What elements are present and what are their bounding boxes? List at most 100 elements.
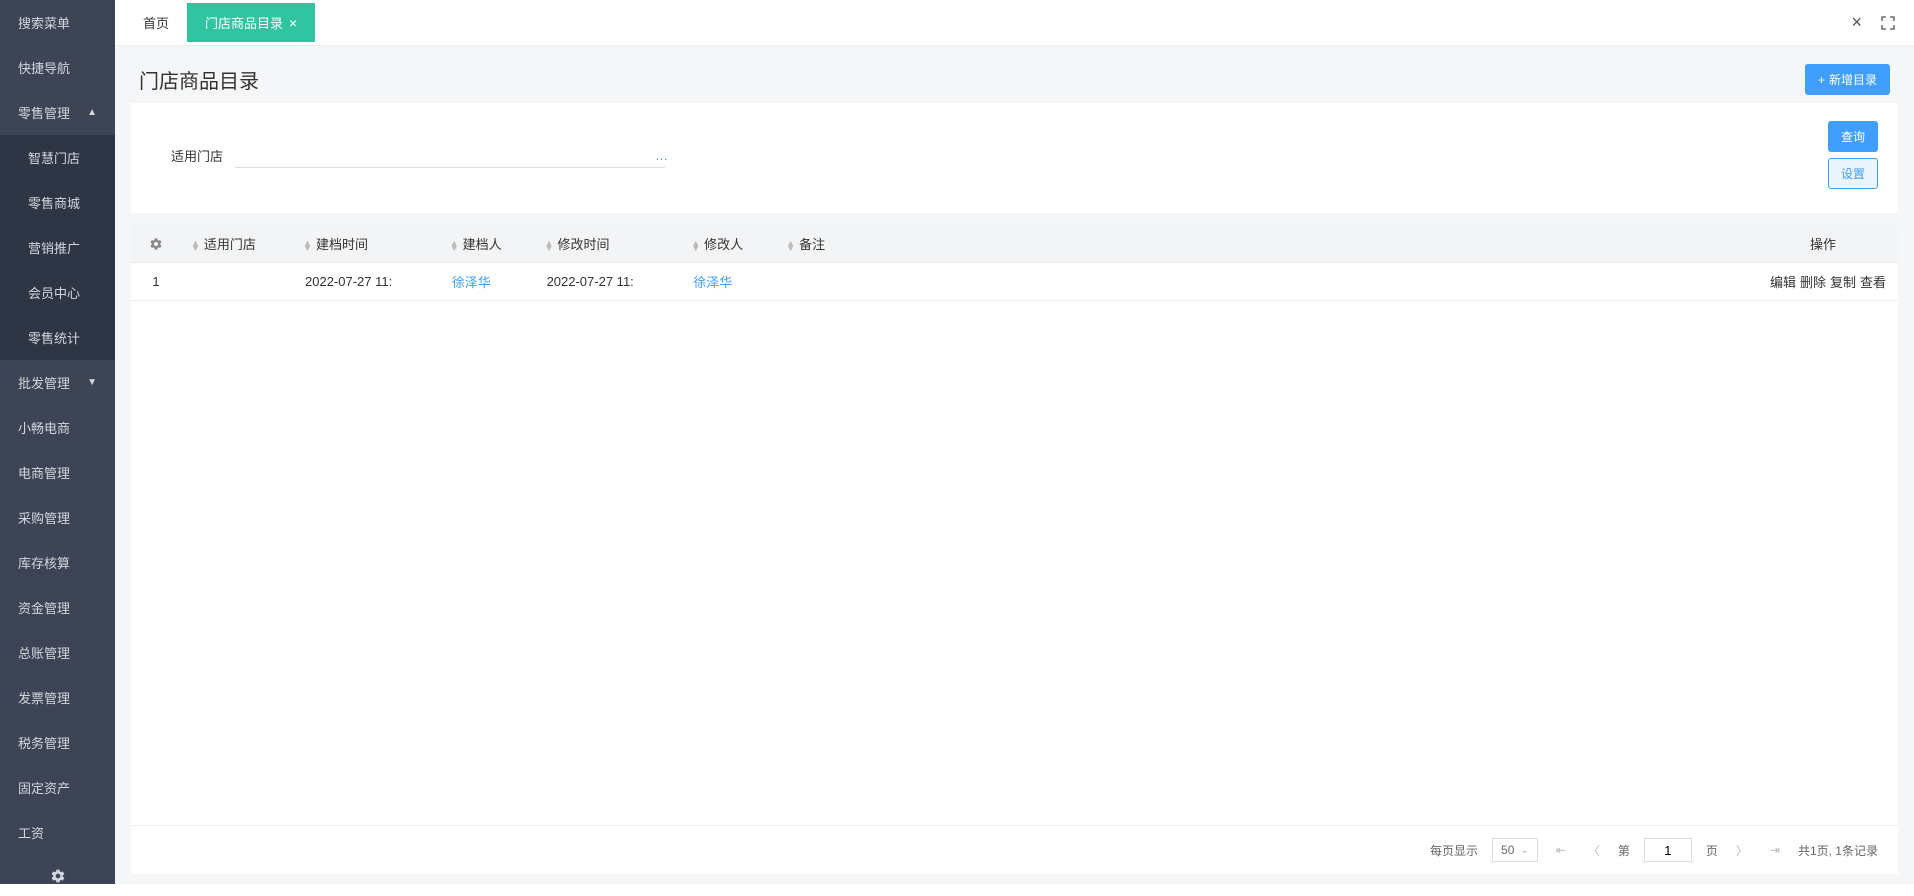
query-button[interactable]: 查询 — [1828, 121, 1878, 152]
sidebar-item-label: 零售统计 — [28, 328, 80, 347]
col-settings[interactable] — [131, 225, 181, 263]
sidebar-item-14[interactable]: 总账管理 — [0, 630, 115, 675]
sort-icon: ▲▼ — [691, 241, 700, 251]
plus-icon: + — [1818, 73, 1825, 87]
sidebar-item-8[interactable]: 批发管理 ▼ — [0, 360, 115, 405]
sidebar-item-12[interactable]: 库存核算 — [0, 540, 115, 585]
sidebar-item-2[interactable]: 零售管理 ▲ — [0, 90, 115, 135]
gear-icon — [149, 236, 163, 251]
sidebar-item-label: 发票管理 — [18, 688, 70, 707]
tab-store-catalog[interactable]: 门店商品目录 × — [187, 3, 315, 42]
sidebar-item-label: 营销推广 — [28, 238, 80, 257]
sidebar-item-17[interactable]: 固定资产 — [0, 765, 115, 810]
sidebar-item-label: 库存核算 — [18, 553, 70, 572]
sidebar-item-label: 总账管理 — [18, 643, 70, 662]
sidebar-item-18[interactable]: 工资 — [0, 810, 115, 855]
sidebar-item-label: 税务管理 — [18, 733, 70, 752]
col-created-by[interactable]: ▲▼建档人 — [440, 225, 535, 263]
col-store[interactable]: ▲▼适用门店 — [181, 225, 293, 263]
settings-button[interactable]: 设置 — [1828, 158, 1878, 189]
cell-actions: 编辑删除复制查看 — [1748, 263, 1898, 301]
cell-idx: 1 — [131, 263, 181, 301]
sidebar-item-9[interactable]: 小畅电商 — [0, 405, 115, 450]
sidebar-item-label: 快捷导航 — [18, 58, 70, 77]
page-suffix: 页 — [1706, 842, 1718, 859]
add-btn-label: 新增目录 — [1829, 71, 1877, 88]
store-input[interactable] — [235, 142, 665, 168]
col-remark[interactable]: ▲▼备注 — [776, 225, 1748, 263]
sidebar-item-6[interactable]: 会员中心 — [0, 270, 115, 315]
copy-link[interactable]: 复制 — [1830, 275, 1856, 290]
sidebar-item-label: 搜索菜单 — [18, 13, 70, 32]
sidebar-item-7[interactable]: 零售统计 — [0, 315, 115, 360]
next-page-button[interactable]: 〉 — [1732, 842, 1752, 859]
table-row: 12022-07-27 11:徐泽华2022-07-27 11:徐泽华编辑删除复… — [131, 263, 1898, 301]
sidebar-item-10[interactable]: 电商管理 — [0, 450, 115, 495]
sort-icon: ▲▼ — [191, 241, 200, 251]
tab-label: 门店商品目录 — [205, 13, 283, 32]
prev-page-button[interactable]: 〈 — [1584, 842, 1604, 859]
sidebar-item-0[interactable]: 搜索菜单 — [0, 0, 115, 45]
col-created-at[interactable]: ▲▼建档时间 — [293, 225, 440, 263]
sidebar-item-label: 会员中心 — [28, 283, 80, 302]
pagination-summary: 共1页, 1条记录 — [1798, 842, 1878, 859]
sidebar-item-label: 工资 — [18, 823, 44, 842]
last-page-button[interactable]: ⇥ — [1766, 843, 1784, 857]
sidebar-item-label: 批发管理 — [18, 373, 70, 392]
gear-icon — [50, 867, 66, 884]
sidebar-item-label: 资金管理 — [18, 598, 70, 617]
sort-icon: ▲▼ — [786, 241, 795, 251]
sidebar-item-3[interactable]: 智慧门店 — [0, 135, 115, 180]
sidebar-item-label: 零售管理 — [18, 103, 70, 122]
sidebar: 搜索菜单快捷导航零售管理 ▲ 智慧门店零售商城营销推广会员中心零售统计批发管理 ▼ 小畅… — [0, 0, 115, 884]
cell-updated-at: 2022-07-27 11: — [535, 263, 682, 301]
cell-store — [181, 263, 293, 301]
content: 门店商品目录 + 新增目录 适用门店 … 查询 设置 — [115, 46, 1914, 884]
close-icon[interactable]: × — [289, 15, 297, 31]
page-title: 门店商品目录 — [139, 65, 259, 94]
sidebar-item-label: 采购管理 — [18, 508, 70, 527]
sidebar-item-label: 智慧门店 — [28, 148, 80, 167]
add-catalog-button[interactable]: + 新增目录 — [1805, 64, 1890, 95]
page-prefix: 第 — [1618, 842, 1630, 859]
col-updated-by[interactable]: ▲▼修改人 — [681, 225, 776, 263]
close-all-icon[interactable]: × — [1851, 12, 1862, 33]
sidebar-item-15[interactable]: 发票管理 — [0, 675, 115, 720]
per-page-label: 每页显示 — [1430, 842, 1478, 859]
sidebar-settings[interactable] — [0, 855, 115, 896]
table: ▲▼适用门店 ▲▼建档时间 ▲▼建档人 ▲▼修改时间 ▲▼修改人 ▲▼备注 操作… — [131, 225, 1898, 825]
chevron-down-icon: ▼ — [87, 377, 97, 388]
edit-link[interactable]: 编辑 — [1770, 275, 1796, 290]
sidebar-item-label: 小畅电商 — [18, 418, 70, 437]
sort-icon: ▲▼ — [545, 241, 554, 251]
chevron-up-icon: ▲ — [87, 107, 97, 118]
pagination: 每页显示 50 ⌄ ⇤ 〈 第 页 〉 ⇥ 共1页, 1条记录 — [131, 825, 1898, 874]
col-updated-at[interactable]: ▲▼修改时间 — [535, 225, 682, 263]
sidebar-item-1[interactable]: 快捷导航 — [0, 45, 115, 90]
sort-icon: ▲▼ — [303, 241, 312, 251]
sidebar-item-16[interactable]: 税务管理 — [0, 720, 115, 765]
page-input[interactable] — [1644, 838, 1692, 862]
sidebar-item-label: 电商管理 — [18, 463, 70, 482]
filter-label-store: 适用门店 — [171, 146, 223, 165]
main: 首页 门店商品目录 × × 门店商品目录 + 新增目录 — [115, 0, 1914, 884]
filter-bar: 适用门店 … 查询 设置 — [131, 103, 1898, 213]
per-page-select[interactable]: 50 ⌄ — [1492, 838, 1538, 862]
cell-created-by[interactable]: 徐泽华 — [440, 263, 535, 301]
chevron-down-icon: ⌄ — [1520, 845, 1528, 856]
fullscreen-icon[interactable] — [1880, 14, 1896, 31]
tab-home[interactable]: 首页 — [125, 3, 187, 42]
sidebar-item-label: 固定资产 — [18, 778, 70, 797]
tabbar: 首页 门店商品目录 × × — [115, 0, 1914, 46]
delete-link[interactable]: 删除 — [1800, 275, 1826, 290]
first-page-button[interactable]: ⇤ — [1552, 843, 1570, 857]
cell-created-at: 2022-07-27 11: — [293, 263, 440, 301]
sidebar-item-4[interactable]: 零售商城 — [0, 180, 115, 225]
view-link[interactable]: 查看 — [1860, 275, 1886, 290]
sidebar-item-13[interactable]: 资金管理 — [0, 585, 115, 630]
sidebar-item-11[interactable]: 采购管理 — [0, 495, 115, 540]
more-icon[interactable]: … — [655, 148, 669, 163]
sidebar-item-5[interactable]: 营销推广 — [0, 225, 115, 270]
sort-icon: ▲▼ — [450, 241, 459, 251]
cell-updated-by[interactable]: 徐泽华 — [681, 263, 776, 301]
